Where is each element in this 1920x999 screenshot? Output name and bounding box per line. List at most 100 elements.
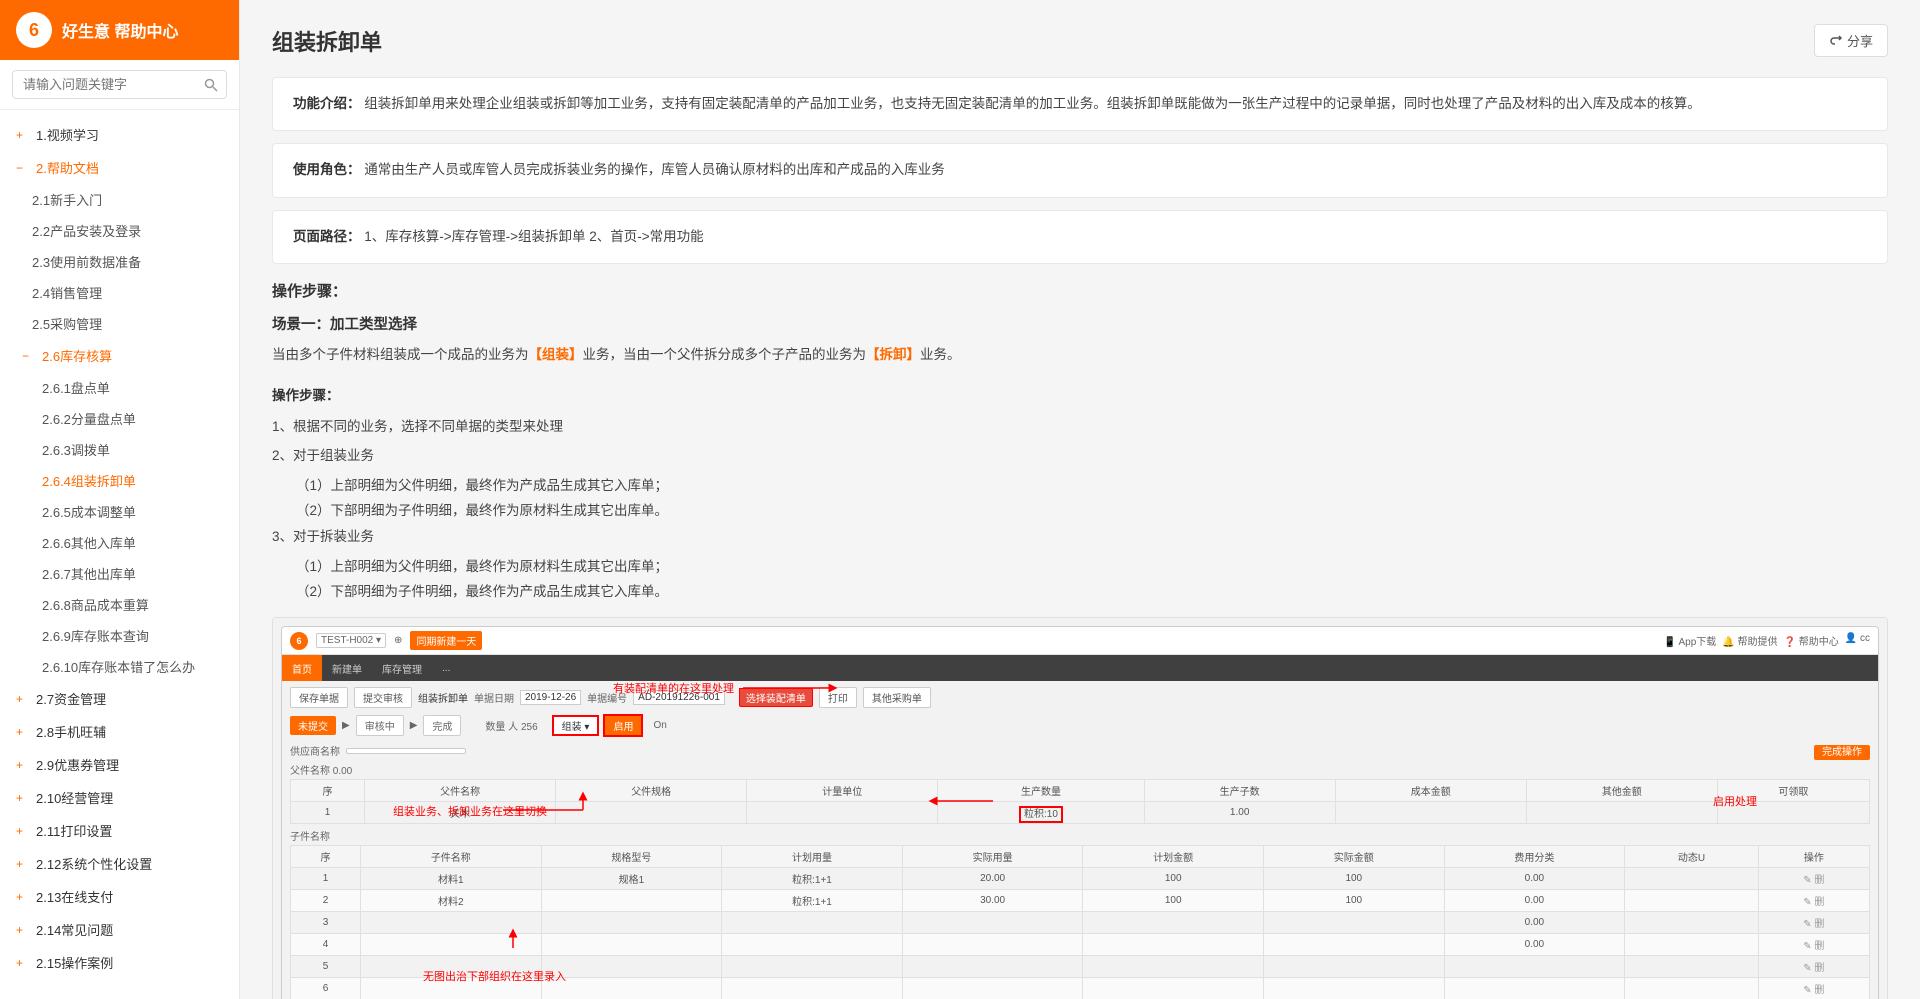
mock-form-title: 组装拆卸单 bbox=[418, 690, 468, 705]
sidebar-item-purchase[interactable]: 2.5采购管理 bbox=[0, 308, 239, 339]
sidebar-item-docs[interactable]: − 2.帮助文档 bbox=[0, 151, 239, 184]
path-card: 页面路径： 1、库存核算->库存管理->组装拆卸单 2、首页->常用功能 bbox=[272, 210, 1888, 264]
mock-process-bar: 未提交 ▶ 审核中 ▶ 完成 数量 人 256 组装 ▾ 启用 On bbox=[290, 714, 1870, 737]
sidebar-item-assembly[interactable]: 2.6.4组装拆卸单 bbox=[0, 465, 239, 496]
sidebar-item-cost-adjust[interactable]: 2.6.5成本调整单 bbox=[0, 496, 239, 527]
role-card: 使用角色： 通常由生产人员或库管人员完成拆装业务的操作，库管人员确认原材料的出库… bbox=[272, 143, 1888, 197]
mock-nav-inventory[interactable]: 库存管理 bbox=[372, 655, 432, 681]
mock-nav-more[interactable]: ... bbox=[432, 655, 460, 681]
step2: 2、对于组装业务 bbox=[272, 443, 1888, 469]
mock-enable-btn[interactable]: 启用 bbox=[603, 714, 643, 737]
arrow-icon: + bbox=[16, 128, 30, 142]
sidebar-item-cases[interactable]: + 2.15操作案例 bbox=[0, 946, 239, 979]
sidebar-item-faq[interactable]: + 2.14常见问题 bbox=[0, 913, 239, 946]
mock-td-unit bbox=[747, 802, 938, 824]
step3-1: （1）上部明细为父件明细，最终作为原材料生成其它出库单； bbox=[272, 554, 1888, 580]
mock-topbar: 6 TEST-H002 ▾ ⊕ 同期新建一天 📱 App下载 🔔 帮助提供 ❓ … bbox=[282, 627, 1878, 655]
sidebar-item-transfer[interactable]: 2.6.3调拨单 bbox=[0, 434, 239, 465]
share-button[interactable]: 分享 bbox=[1814, 24, 1888, 57]
mock-bth-dynamic: 动态U bbox=[1625, 846, 1759, 868]
sidebar-item-stocktake[interactable]: 2.6.1盘点单 bbox=[0, 372, 239, 403]
mock-th-seq: 序 bbox=[291, 780, 365, 802]
sidebar-item-sales[interactable]: 2.4销售管理 bbox=[0, 277, 239, 308]
sidebar-item-mobile[interactable]: + 2.8手机旺辅 bbox=[0, 715, 239, 748]
sidebar-item-print-label: 2.11打印设置 bbox=[36, 821, 112, 840]
sidebar-item-ops[interactable]: + 2.10经营管理 bbox=[0, 781, 239, 814]
mock-branch: ⊕ bbox=[394, 635, 402, 646]
mock-btn-submit[interactable]: 提交审核 bbox=[354, 687, 412, 708]
mock-nav-home[interactable]: 首页 bbox=[282, 655, 322, 681]
mock-company-select[interactable]: TEST-H002 ▾ bbox=[316, 633, 386, 648]
sidebar-item-coupon[interactable]: + 2.9优惠券管理 bbox=[0, 748, 239, 781]
table-row: 1 材料1 规格1 粒积:1+1 20.00 100 100 0.00 ✎ 删 bbox=[291, 868, 1870, 890]
arrow-icon: − bbox=[16, 161, 30, 175]
sidebar-item-cost-recalc[interactable]: 2.6.8商品成本重算 bbox=[0, 589, 239, 620]
sidebar-item-docs-label: 2.帮助文档 bbox=[36, 158, 99, 177]
mock-help-icon[interactable]: 🔔 帮助提供 bbox=[1722, 633, 1777, 648]
mock-type-select[interactable]: 组装 ▾ bbox=[552, 715, 600, 736]
search-icon[interactable] bbox=[203, 77, 219, 93]
sidebar-item-newbie[interactable]: 2.1新手入门 bbox=[0, 184, 239, 215]
mock-supplier-input[interactable] bbox=[346, 748, 466, 754]
mock-btn-print[interactable]: 打印 bbox=[819, 687, 857, 708]
annotation-2: 组装业务、拆卸业务在这里切换 bbox=[393, 803, 547, 819]
mock-supplier-label: 供应商名称 bbox=[290, 743, 340, 758]
mock-config-list-btn[interactable]: 选择装配清单 bbox=[739, 688, 813, 707]
mock-bth-spec: 规格型号 bbox=[541, 846, 722, 868]
sidebar-item-print[interactable]: + 2.11打印设置 bbox=[0, 814, 239, 847]
intro-card: 功能介绍： 组装拆卸单用来处理企业组装或拆卸等加工业务，支持有固定装配清单的产品… bbox=[272, 77, 1888, 131]
mock-th-parent-spec: 父件规格 bbox=[556, 780, 747, 802]
mock-toolbar: 保存单据 提交审核 组装拆卸单 单据日期 2019-12-26 单据编号 AD-… bbox=[290, 687, 1870, 708]
page-title: 组装拆卸单 bbox=[272, 25, 382, 57]
sidebar-item-data-prep[interactable]: 2.3使用前数据准备 bbox=[0, 246, 239, 277]
sidebar-item-coupon-label: 2.9优惠券管理 bbox=[36, 755, 119, 774]
sidebar-item-personalize[interactable]: + 2.12系统个性化设置 bbox=[0, 847, 239, 880]
sidebar-item-online-pay[interactable]: + 2.13在线支付 bbox=[0, 880, 239, 913]
mock-app-icon[interactable]: 📱 App下载 bbox=[1664, 633, 1716, 648]
sidebar-search-container bbox=[0, 60, 239, 110]
mock-help-center-icon[interactable]: ❓ 帮助中心 bbox=[1784, 633, 1839, 648]
sidebar-item-batch-stocktake[interactable]: 2.6.2分量盘点单 bbox=[0, 403, 239, 434]
annotation-1: 有装配清单的在这里处理 bbox=[613, 680, 734, 696]
arrow-icon: + bbox=[16, 725, 30, 739]
mock-td-seq: 1 bbox=[291, 802, 365, 824]
sidebar-item-personalize-label: 2.12系统个性化设置 bbox=[36, 854, 152, 873]
sidebar-item-install[interactable]: 2.2产品安装及登录 bbox=[0, 215, 239, 246]
mock-btn-save[interactable]: 保存单据 bbox=[290, 687, 348, 708]
mock-confirm-btn[interactable]: 完成操作 bbox=[1814, 745, 1870, 760]
sidebar-item-mobile-label: 2.8手机旺辅 bbox=[36, 722, 106, 741]
mock-nav-new[interactable]: 新建单 bbox=[322, 655, 372, 681]
sidebar-item-stock-book[interactable]: 2.6.9库存账本查询 bbox=[0, 620, 239, 651]
step3-2: （2）下部明细为子件明细，最终作为产成品生成其它入库单。 bbox=[272, 579, 1888, 605]
sidebar-item-inventory[interactable]: − 2.6库存核算 bbox=[0, 339, 239, 372]
mock-th-prod-qty: 生产数量 bbox=[938, 780, 1144, 802]
mock-form-content: 保存单据 提交审核 组装拆卸单 单据日期 2019-12-26 单据编号 AD-… bbox=[282, 681, 1878, 999]
path-label: 页面路径： bbox=[293, 229, 361, 244]
mock-action-btn[interactable]: 完成操作 bbox=[1814, 743, 1870, 758]
sidebar-item-stock-fix[interactable]: 2.6.10库存账本错了怎么办 bbox=[0, 651, 239, 682]
search-wrap bbox=[12, 70, 227, 99]
scene1-title: 场景一：加工类型选择 bbox=[272, 313, 1888, 334]
role-label: 使用角色： bbox=[293, 162, 361, 177]
mock-user-icon[interactable]: 👤 cc bbox=[1845, 633, 1870, 648]
sidebar: 6 好生意 帮助中心 + 1.视频学习 − 2.帮助文档 2.1新手入门 2.2… bbox=[0, 0, 240, 999]
mock-field-row: 供应商名称 完成操作 bbox=[290, 743, 1870, 758]
mock-create-btn[interactable]: 同期新建一天 bbox=[410, 631, 482, 650]
sidebar-item-video[interactable]: + 1.视频学习 bbox=[0, 118, 239, 151]
sidebar-item-other-out[interactable]: 2.6.7其他出库单 bbox=[0, 558, 239, 589]
annotation-3: 启用处理 bbox=[1713, 793, 1757, 809]
step1: 1、根据不同的业务，选择不同单据的类型来处理 bbox=[272, 414, 1888, 440]
main-content: 组装拆卸单 分享 功能介绍： 组装拆卸单用来处理企业组装或拆卸等加工业务，支持有… bbox=[240, 0, 1920, 999]
mock-th-cost: 成本金额 bbox=[1335, 780, 1526, 802]
sidebar-item-other-in[interactable]: 2.6.6其他入库单 bbox=[0, 527, 239, 558]
arrow-icon: + bbox=[16, 857, 30, 871]
mock-bth-plan-amt: 计划金额 bbox=[1083, 846, 1264, 868]
search-input[interactable] bbox=[12, 70, 227, 99]
arrow-icon: − bbox=[22, 349, 36, 363]
mock-logo: 6 bbox=[290, 632, 308, 650]
mock-btn-more[interactable]: 其他采购单 bbox=[863, 687, 931, 708]
mock-td-cost bbox=[1335, 802, 1526, 824]
mock-bth-cost-type: 费用分类 bbox=[1444, 846, 1625, 868]
sidebar-item-ops-label: 2.10经营管理 bbox=[36, 788, 113, 807]
sidebar-item-finance[interactable]: + 2.7资金管理 bbox=[0, 682, 239, 715]
